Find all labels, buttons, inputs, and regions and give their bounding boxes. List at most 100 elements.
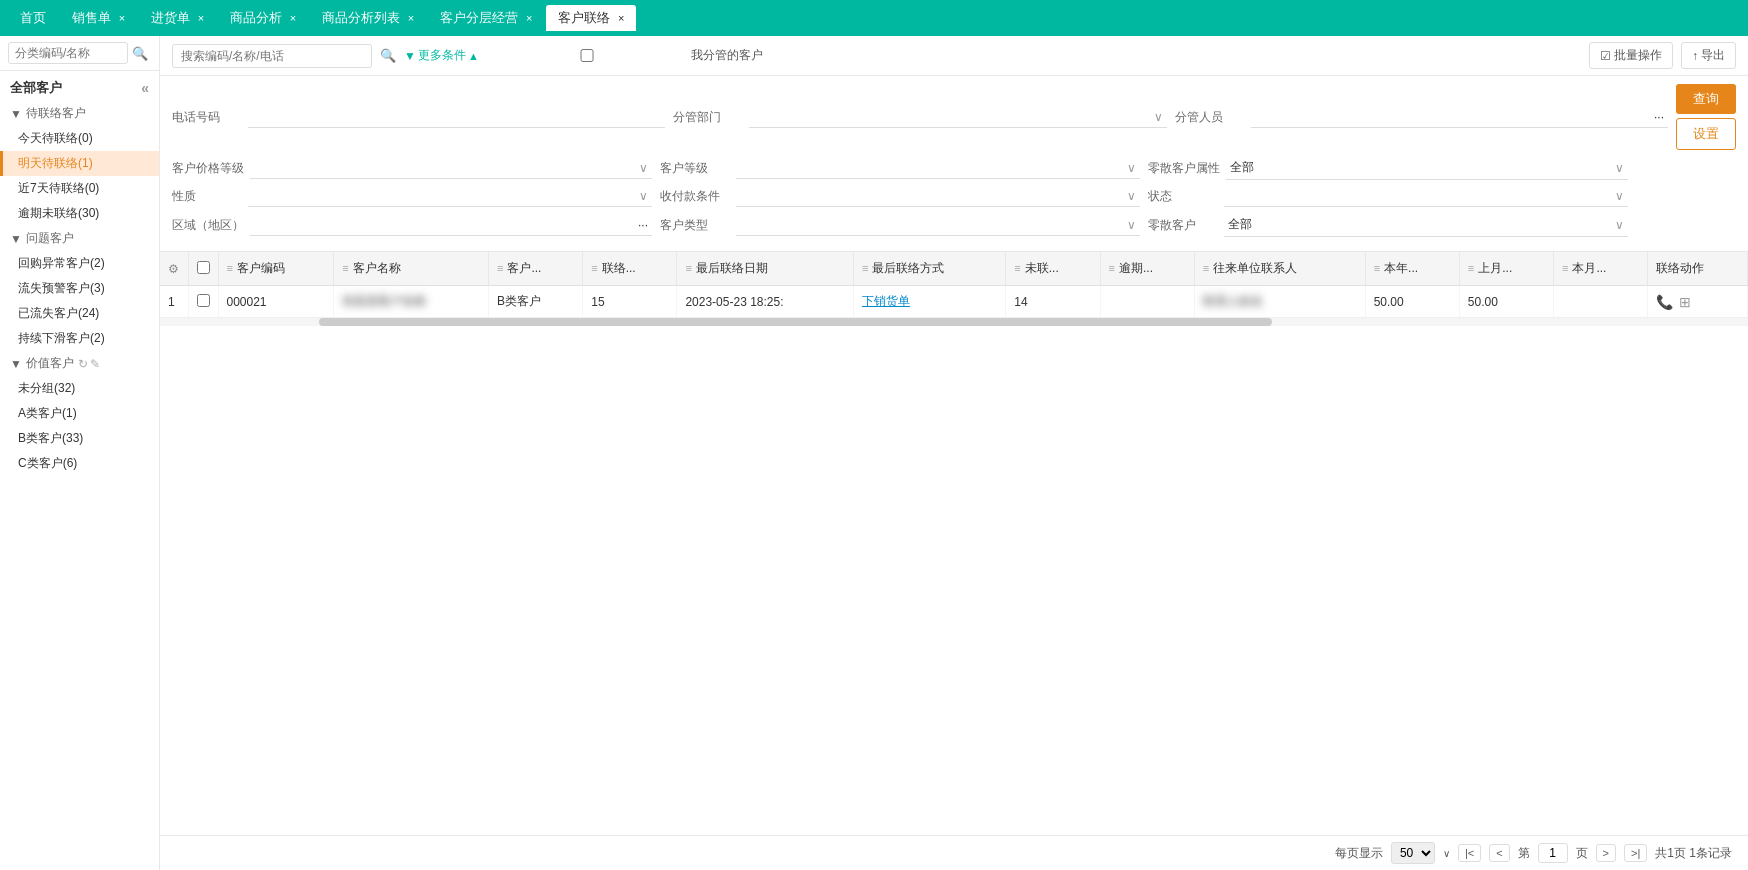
close-icon: ×: [198, 12, 204, 24]
th-unit-contact[interactable]: ≡往来单位联系人: [1194, 252, 1365, 286]
sidebar-all-customers[interactable]: 全部客户 «: [0, 71, 159, 101]
phone-action-icon[interactable]: 📞: [1656, 294, 1673, 310]
adv-filter-row-2: 客户价格等级 ∨ 客户等级 ∨ 零散客户属性 全部 ∨: [172, 156, 1736, 180]
customer-level-select[interactable]: ∨: [736, 158, 1140, 179]
sidebar-item-churned[interactable]: 已流失客户(24): [0, 301, 159, 326]
value-group-refresh-icon[interactable]: ↻: [78, 357, 88, 371]
nav-tab-purchase[interactable]: 进货单 ×: [139, 5, 216, 31]
customer-type-select[interactable]: ∨: [736, 215, 1140, 236]
th-last-month[interactable]: ≡上月...: [1459, 252, 1553, 286]
adv-field-payment: 收付款条件 ∨: [660, 186, 1140, 207]
th-uncontacted[interactable]: ≡未联...: [1006, 252, 1100, 286]
value-group-edit-icon[interactable]: ✎: [90, 357, 100, 371]
price-level-select[interactable]: ∨: [250, 158, 652, 179]
sidebar-item-repurchase-abnormal[interactable]: 回购异常客户(2): [0, 251, 159, 276]
setting-button[interactable]: 设置: [1676, 118, 1736, 150]
filter-right-actions: ☑ 批量操作 ↑ 导出: [1589, 42, 1736, 69]
more-conditions-btn[interactable]: ▼ 更多条件 ▲: [404, 47, 479, 64]
th-this-year[interactable]: ≡本年...: [1365, 252, 1459, 286]
filter-search-icon[interactable]: 🔍: [380, 48, 396, 63]
page-prev-btn[interactable]: <: [1489, 844, 1509, 862]
td-overdue: [1100, 286, 1194, 318]
nature-select[interactable]: ∨: [248, 186, 652, 207]
sidebar-item-ungrouped[interactable]: 未分组(32): [0, 376, 159, 401]
manager-input[interactable]: ···: [1251, 107, 1668, 128]
horizontal-scrollbar[interactable]: [160, 318, 1748, 326]
chevron-down-icon: ∨: [1443, 848, 1450, 859]
search-input[interactable]: [172, 44, 372, 68]
chevron-down-icon: ∨: [639, 189, 648, 203]
th-this-month[interactable]: ≡本月...: [1554, 252, 1648, 286]
row-checkbox[interactable]: [197, 294, 210, 307]
more-action-icon[interactable]: ⊞: [1679, 294, 1691, 310]
page-last-btn[interactable]: >|: [1624, 844, 1647, 862]
close-icon: ×: [618, 12, 624, 24]
region-label: 区域（地区）: [172, 217, 244, 234]
sidebar-collapse-icon[interactable]: «: [141, 80, 149, 96]
sidebar-search-icon[interactable]: 🔍: [132, 46, 148, 61]
nav-home[interactable]: 首页: [8, 5, 58, 31]
page-input[interactable]: [1538, 843, 1568, 863]
sidebar-group-problem: ▼ 问题客户: [0, 226, 159, 251]
nav-tab-sales[interactable]: 销售单 ×: [60, 5, 137, 31]
th-last-contact-method[interactable]: ≡最后联络方式: [853, 252, 1005, 286]
phone-input[interactable]: [248, 107, 665, 128]
manager-label: 分管人员: [1175, 109, 1245, 126]
page-first-btn[interactable]: |<: [1458, 844, 1481, 862]
phone-label: 电话号码: [172, 109, 242, 126]
select-all-checkbox[interactable]: [197, 261, 210, 274]
sidebar-search-area: 🔍: [0, 36, 159, 71]
retail-attr-select[interactable]: 全部 ∨: [1226, 156, 1628, 180]
batch-op-button[interactable]: ☑ 批量操作: [1589, 42, 1673, 69]
nav-tab-analysis[interactable]: 商品分析 ×: [218, 5, 308, 31]
sidebar-item-declining[interactable]: 持续下滑客户(2): [0, 326, 159, 351]
nav-tab-customer-contact[interactable]: 客户联络 ×: [546, 5, 636, 31]
region-input[interactable]: ···: [250, 215, 652, 236]
sidebar-item-tomorrow[interactable]: 明天待联络(1): [0, 151, 159, 176]
th-checkbox[interactable]: [188, 252, 218, 286]
adv-field-customer-level: 客户等级 ∨: [660, 158, 1140, 179]
th-settings[interactable]: ⚙: [160, 252, 188, 286]
sidebar-item-churn-warning[interactable]: 流失预警客户(3): [0, 276, 159, 301]
sidebar-item-7days[interactable]: 近7天待联络(0): [0, 176, 159, 201]
sidebar-item-class-b[interactable]: B类客户(33): [0, 426, 159, 451]
nature-label: 性质: [172, 188, 242, 205]
my-customers-check[interactable]: [487, 49, 687, 62]
td-index: 1: [160, 286, 188, 318]
status-select[interactable]: ∨: [1224, 186, 1628, 207]
sidebar-item-class-c[interactable]: C类客户(6): [0, 451, 159, 476]
th-name[interactable]: ≡客户名称: [334, 252, 489, 286]
dept-select[interactable]: ∨: [749, 107, 1166, 128]
th-type[interactable]: ≡客户...: [489, 252, 583, 286]
th-code[interactable]: ≡客户编码: [218, 252, 334, 286]
th-contact-count[interactable]: ≡联络...: [583, 252, 677, 286]
sidebar-item-today[interactable]: 今天待联络(0): [0, 126, 159, 151]
th-last-contact-date[interactable]: ≡最后联络日期: [677, 252, 853, 286]
sidebar-search-input[interactable]: [8, 42, 128, 64]
th-overdue[interactable]: ≡逾期...: [1100, 252, 1194, 286]
retail-attr-label: 零散客户属性: [1148, 160, 1220, 177]
adv-field-nature: 性质 ∨: [172, 186, 652, 207]
my-customers-checkbox[interactable]: 我分管的客户: [487, 47, 763, 64]
close-icon: ×: [119, 12, 125, 24]
td-checkbox[interactable]: [188, 286, 218, 318]
td-uncontacted: 14: [1006, 286, 1100, 318]
nav-tab-customer-layer[interactable]: 客户分层经营 ×: [428, 5, 544, 31]
page-next-btn[interactable]: >: [1596, 844, 1616, 862]
td-last-contact-method[interactable]: 下销货单: [853, 286, 1005, 318]
sidebar-item-class-a[interactable]: A类客户(1): [0, 401, 159, 426]
td-action: 📞 ⊞: [1648, 286, 1748, 318]
scrollbar-thumb[interactable]: [319, 318, 1272, 326]
query-button[interactable]: 查询: [1676, 84, 1736, 114]
page-size-label: 每页显示: [1335, 845, 1383, 862]
table-row: 1 000021 张某某客户名称 B类客户 15 2023-05-23 18:2…: [160, 286, 1748, 318]
adv-field-retail-attr: 零散客户属性 全部 ∨: [1148, 156, 1628, 180]
ellipsis-icon: ···: [638, 218, 648, 232]
nav-tab-analysis-list[interactable]: 商品分析列表 ×: [310, 5, 426, 31]
page-unit: 页: [1576, 845, 1588, 862]
sidebar-item-overdue[interactable]: 逾期未联络(30): [0, 201, 159, 226]
retail-customer-select[interactable]: 全部 ∨: [1224, 213, 1628, 237]
page-size-select[interactable]: 50: [1391, 842, 1435, 864]
export-button[interactable]: ↑ 导出: [1681, 42, 1736, 69]
payment-select[interactable]: ∨: [736, 186, 1140, 207]
